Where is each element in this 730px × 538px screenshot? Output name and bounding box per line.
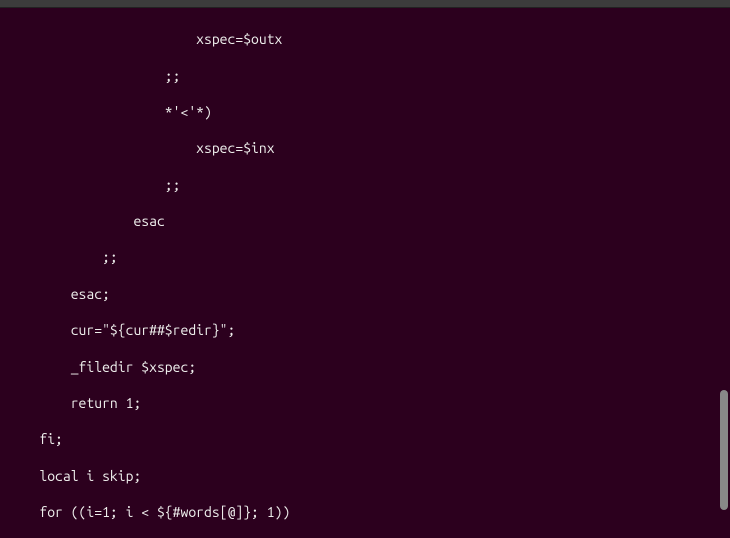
code-line: for ((i=1; i < ${#words[@]}; 1)) (8, 503, 722, 521)
code-line: ;; (8, 67, 722, 85)
code-line: esac (8, 212, 722, 230)
code-line: ;; (8, 176, 722, 194)
code-line: return 1; (8, 394, 722, 412)
code-line: ;; (8, 248, 722, 266)
window-titlebar (0, 0, 730, 8)
code-line: cur="${cur##$redir}"; (8, 321, 722, 339)
code-line: xspec=$outx (8, 30, 722, 48)
code-line: xspec=$inx (8, 139, 722, 157)
code-line: *'<'*) (8, 103, 722, 121)
code-line: _filedir $xspec; (8, 358, 722, 376)
terminal-output[interactable]: xspec=$outx ;; *'<'*) xspec=$inx ;; esac… (0, 8, 730, 538)
code-line: fi; (8, 430, 722, 448)
scrollbar-thumb[interactable] (720, 390, 728, 510)
code-line: esac; (8, 285, 722, 303)
code-line: local i skip; (8, 467, 722, 485)
